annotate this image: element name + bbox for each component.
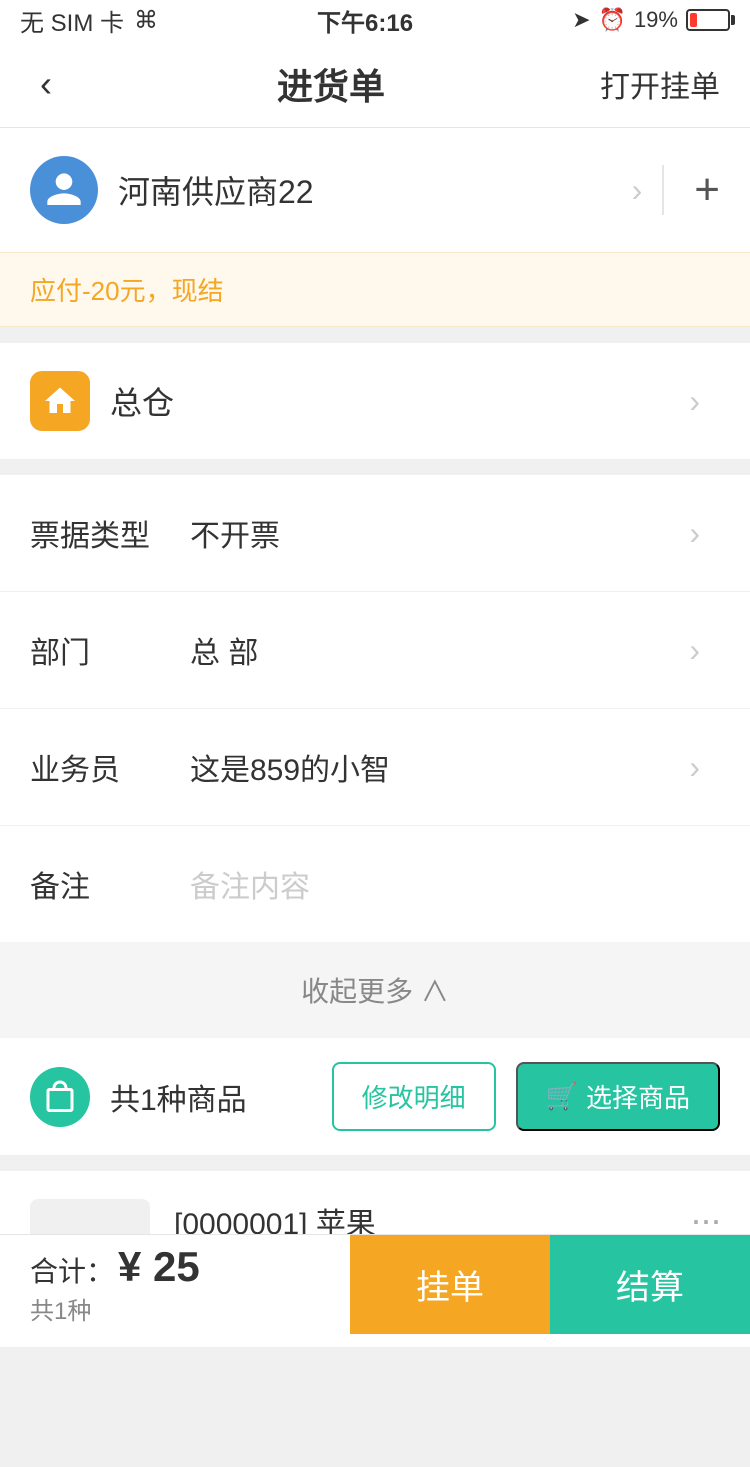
department-label: 部门 (30, 628, 170, 672)
total-label: 合计： (30, 1250, 114, 1290)
department-chevron-icon: › (689, 632, 700, 669)
edit-detail-button[interactable]: 修改明细 (332, 1062, 496, 1131)
person-icon (44, 170, 84, 210)
products-icon (30, 1067, 90, 1127)
warehouse-chevron-icon: › (689, 383, 700, 420)
total-amount: ¥ 25 (118, 1243, 200, 1291)
cart-icon: 🛒 (546, 1081, 578, 1112)
products-count: 共1种商品 (110, 1075, 312, 1119)
add-supplier-button[interactable]: + (694, 165, 720, 215)
products-header: 共1种商品 修改明细 🛒 选择商品 (0, 1038, 750, 1155)
invoice-type-row[interactable]: 票据类型 不开票 › (0, 475, 750, 592)
total-area: 合计： ¥ 25 共1种 (0, 1235, 350, 1334)
remark-label: 备注 (30, 862, 170, 906)
battery-percent: 19% (634, 7, 678, 33)
warehouse-card: 总仓 › (0, 343, 750, 459)
suspend-button[interactable]: 挂单 (350, 1235, 550, 1334)
carrier-text: 无 SIM 卡 (20, 3, 124, 38)
supplier-notice: 应付-20元，现结 (0, 252, 750, 327)
invoice-type-value: 不开票 (170, 511, 689, 555)
alarm-icon: ⏰ (599, 7, 626, 33)
invoice-type-label: 票据类型 (30, 511, 170, 555)
back-button[interactable]: ‹ (30, 53, 62, 115)
supplier-avatar (30, 156, 98, 224)
status-right: ➤ ⏰ 19% (572, 7, 730, 33)
staff-value: 这是859的小智 (170, 745, 689, 789)
select-product-button[interactable]: 🛒 选择商品 (516, 1062, 720, 1131)
shopping-bag-icon (42, 1079, 78, 1115)
supplier-chevron-icon: › (632, 172, 643, 209)
open-pending-button[interactable]: 打开挂单 (600, 62, 720, 106)
supplier-row: 河南供应商22 › + (0, 128, 750, 252)
status-bar: 无 SIM 卡 ⌘ 下午6:16 ➤ ⏰ 19% (0, 0, 750, 40)
bottom-bar: 合计： ¥ 25 共1种 挂单 结算 (0, 1234, 750, 1334)
warehouse-name: 总仓 (110, 378, 689, 424)
form-section: 票据类型 不开票 › 部门 总 部 › 业务员 这是859的小智 › 备注 备注… (0, 475, 750, 942)
status-time: 下午6:16 (317, 3, 413, 38)
warehouse-row[interactable]: 总仓 › (0, 343, 750, 459)
staff-label: 业务员 (30, 745, 170, 789)
staff-row[interactable]: 业务员 这是859的小智 › (0, 709, 750, 826)
battery-fill (690, 13, 697, 27)
supplier-name[interactable]: 河南供应商22 (118, 167, 632, 213)
bottom-spacer (0, 1347, 750, 1467)
page-title: 进货单 (277, 58, 385, 110)
supplier-card: 河南供应商22 › + 应付-20元，现结 (0, 128, 750, 327)
nav-bar: ‹ 进货单 打开挂单 (0, 40, 750, 128)
department-value: 总 部 (170, 628, 689, 672)
collapse-bar[interactable]: 收起更多 ∧ (0, 942, 750, 1038)
supplier-divider (662, 165, 664, 215)
home-icon (42, 383, 78, 419)
location-icon: ➤ (572, 7, 590, 33)
remark-row[interactable]: 备注 备注内容 (0, 826, 750, 942)
battery-icon (686, 9, 730, 31)
staff-chevron-icon: › (689, 749, 700, 786)
invoice-type-chevron-icon: › (689, 515, 700, 552)
department-row[interactable]: 部门 总 部 › (0, 592, 750, 709)
checkout-button[interactable]: 结算 (550, 1235, 750, 1334)
select-product-label: 选择商品 (586, 1078, 690, 1115)
status-left: 无 SIM 卡 ⌘ (20, 3, 158, 38)
wifi-icon: ⌘ (134, 6, 158, 35)
warehouse-icon (30, 371, 90, 431)
remark-input[interactable]: 备注内容 (170, 862, 720, 906)
total-sub: 共1种 (30, 1291, 320, 1326)
